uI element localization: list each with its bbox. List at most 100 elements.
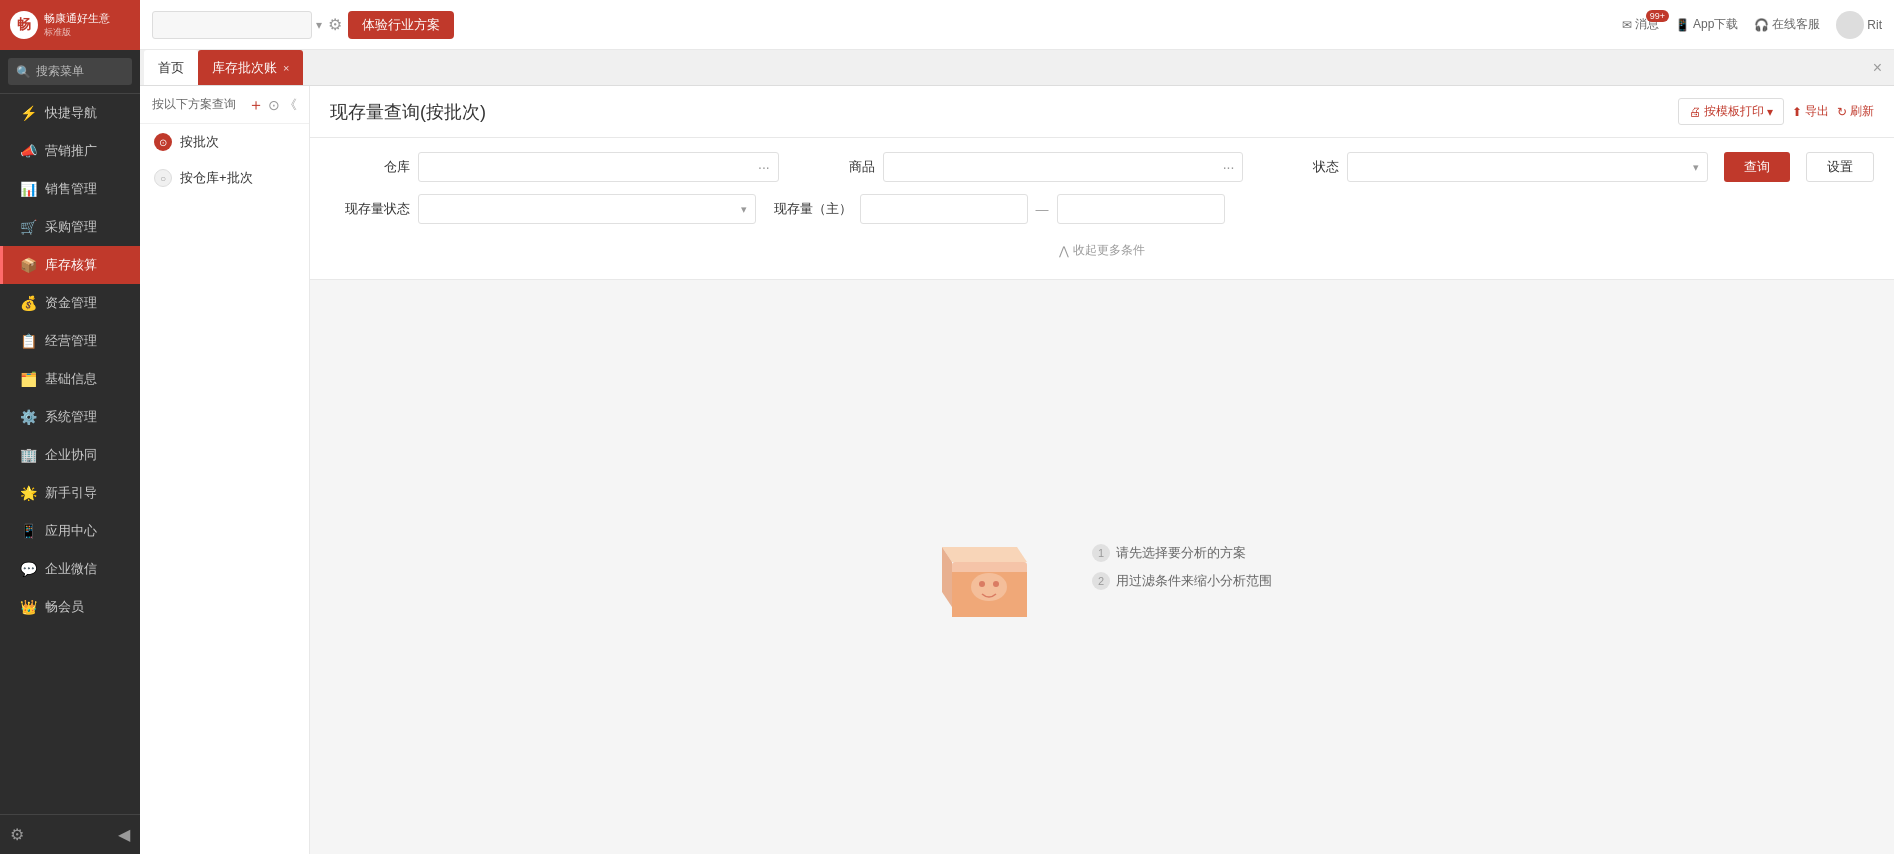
topbar-search-input[interactable] [152, 11, 312, 39]
sidebar-item-sales[interactable]: 📊 销售管理 [0, 170, 140, 208]
online-service-button[interactable]: 🎧 在线客服 [1754, 16, 1820, 33]
print-button[interactable]: 🖨 按模板打印 ▾ [1678, 98, 1784, 125]
export-button[interactable]: ⬆ 导出 [1792, 103, 1829, 120]
nav-icon-enterprise: 🏢 [19, 447, 37, 463]
topbar-right: ✉ 消息 99+ 📱 App下载 🎧 在线客服 Rit [1622, 11, 1882, 39]
trial-button[interactable]: 体验行业方案 [348, 11, 454, 39]
search-menu-button[interactable]: 🔍 搜索菜单 [8, 58, 132, 85]
inventory-status-select[interactable]: ▾ [418, 194, 756, 224]
scheme-item-batch[interactable]: ⊙ 按批次 [140, 124, 309, 160]
sidebar-item-finance[interactable]: 💰 资金管理 [0, 284, 140, 322]
print-chevron-icon: ▾ [1767, 105, 1773, 119]
product-label: 商品 [795, 158, 875, 176]
empty-illustration-svg [932, 507, 1052, 627]
service-icon: 🎧 [1754, 18, 1769, 32]
status-chevron-icon: ▾ [1693, 161, 1699, 174]
product-input[interactable]: ··· [883, 152, 1244, 182]
left-panel: 按以下方案查询 ＋ ⊙ 《 ⊙ 按批次 ○ 按仓库+批次 [140, 86, 310, 854]
messages-badge: 99+ [1646, 10, 1669, 22]
nav-icon-appstore: 📱 [19, 523, 37, 539]
topbar-left: ▾ ⚙ 体验行业方案 [152, 11, 1614, 39]
sidebar-item-appstore[interactable]: 📱 应用中心 [0, 512, 140, 550]
hint-text-1: 请先选择要分析的方案 [1116, 544, 1246, 562]
status-field: 状态 ▾ [1259, 152, 1708, 182]
empty-state: 1 请先选择要分析的方案 2 用过滤条件来缩小分析范围 [310, 280, 1894, 854]
filter-settings-button[interactable]: 设置 [1806, 152, 1874, 182]
right-content: 现存量查询(按批次) 🖨 按模板打印 ▾ ⬆ 导出 ↻ 刷新 [310, 86, 1894, 854]
topbar-chevron-button[interactable]: ▾ [316, 18, 322, 32]
sidebar-item-purchase[interactable]: 🛒 采购管理 [0, 208, 140, 246]
empty-hint-1: 1 请先选择要分析的方案 [1092, 544, 1272, 562]
logo-icon: 畅 [10, 11, 38, 39]
sidebar-item-basic[interactable]: 🗂️ 基础信息 [0, 360, 140, 398]
inventory-qty-min-input[interactable] [860, 194, 1028, 224]
sidebar-item-marketing[interactable]: 📣 营销推广 [0, 132, 140, 170]
svg-marker-2 [942, 547, 1027, 562]
sidebar-search-area: 🔍 搜索菜单 [0, 50, 140, 94]
collapse-sidebar-button[interactable]: ◀ [118, 825, 130, 844]
sidebar-footer: ⚙ ◀ [0, 814, 140, 854]
user-area[interactable]: Rit [1836, 11, 1882, 39]
product-more-button[interactable]: ··· [1223, 159, 1235, 175]
sidebar-item-newguide[interactable]: 🌟 新手引导 [0, 474, 140, 512]
sidebar-item-enterprise[interactable]: 🏢 企业协同 [0, 436, 140, 474]
tab-home[interactable]: 首页 [144, 50, 198, 85]
warehouse-input[interactable]: ··· [418, 152, 779, 182]
inventory-qty-label: 现存量（主） [772, 200, 852, 218]
status-select[interactable]: ▾ [1347, 152, 1708, 182]
content-area: 按以下方案查询 ＋ ⊙ 《 ⊙ 按批次 ○ 按仓库+批次 现存量查询(按批次) [140, 86, 1894, 854]
inventory-qty-separator: — [1036, 202, 1049, 217]
warehouse-field: 仓库 ··· [330, 152, 779, 182]
hint-number-1: 1 [1092, 544, 1110, 562]
hint-number-2: 2 [1092, 572, 1110, 590]
query-button[interactable]: 查询 [1724, 152, 1790, 182]
sidebar-header: 畅 畅康通好生意 标准版 [0, 0, 140, 50]
sidebar-nav: ⚡ 快捷导航 📣 营销推广 📊 销售管理 🛒 采购管理 📦 库存核算 💰 资金管… [0, 94, 140, 814]
user-name: Rit [1867, 18, 1882, 32]
messages-button[interactable]: ✉ 消息 99+ [1622, 16, 1659, 33]
nav-icon-purchase: 🛒 [19, 219, 37, 235]
sidebar-item-wechat[interactable]: 💬 企业微信 [0, 550, 140, 588]
collapse-filter-button[interactable]: ⋀ 收起更多条件 [330, 236, 1874, 265]
tab-inventory-batch[interactable]: 库存批次账 × [198, 50, 303, 85]
inventory-qty-max-input[interactable] [1057, 194, 1225, 224]
warehouse-more-button[interactable]: ··· [758, 159, 770, 175]
refresh-icon: ↻ [1837, 105, 1847, 119]
refresh-button[interactable]: ↻ 刷新 [1837, 103, 1874, 120]
topbar-search-area: ▾ [152, 11, 322, 39]
sidebar-item-inventory[interactable]: 📦 库存核算 [0, 246, 140, 284]
sidebar-item-system[interactable]: ⚙️ 系统管理 [0, 398, 140, 436]
collapse-panel-button[interactable]: 《 [284, 98, 297, 111]
sidebar-item-shortcut[interactable]: ⚡ 快捷导航 [0, 94, 140, 132]
nav-icon-basic: 🗂️ [19, 371, 37, 387]
main-area: ▾ ⚙ 体验行业方案 ✉ 消息 99+ 📱 App下载 🎧 在线客服 Rit [140, 0, 1894, 854]
collapse-label: 收起更多条件 [1073, 242, 1145, 259]
nav-icon-sales: 📊 [19, 181, 37, 197]
inventory-status-chevron-icon: ▾ [741, 203, 747, 216]
settings-icon-button[interactable]: ⚙ [10, 825, 24, 844]
add-scheme-button[interactable]: ＋ [248, 97, 264, 113]
scheme-settings-button[interactable]: ⊙ [268, 98, 280, 112]
scheme-icon-batch: ⊙ [154, 133, 172, 151]
nav-icon-shortcut: ⚡ [19, 105, 37, 121]
scheme-item-warehouse-batch[interactable]: ○ 按仓库+批次 [140, 160, 309, 196]
topbar-gear-button[interactable]: ⚙ [328, 15, 342, 34]
app-download-button[interactable]: 📱 App下载 [1675, 16, 1738, 33]
inventory-status-label: 现存量状态 [330, 200, 410, 218]
sidebar-item-operations[interactable]: 📋 经营管理 [0, 322, 140, 360]
empty-hints: 1 请先选择要分析的方案 2 用过滤条件来缩小分析范围 [1092, 544, 1272, 590]
page-title: 现存量查询(按批次) [330, 100, 486, 124]
message-icon: ✉ [1622, 18, 1632, 32]
tab-close-icon[interactable]: × [283, 62, 289, 74]
left-panel-header: 按以下方案查询 ＋ ⊙ 《 [140, 86, 309, 124]
export-icon: ⬆ [1792, 105, 1802, 119]
inventory-qty-range: — [860, 194, 1225, 224]
nav-icon-inventory: 📦 [19, 257, 37, 273]
brand-name: 畅康通好生意 [44, 11, 110, 25]
tab-bar: 首页 库存批次账 × × [140, 50, 1894, 86]
tab-bar-close-button[interactable]: × [1865, 59, 1890, 77]
sidebar-item-membership[interactable]: 👑 畅会员 [0, 588, 140, 626]
sidebar: 畅 畅康通好生意 标准版 🔍 搜索菜单 ⚡ 快捷导航 📣 营销推广 📊 销售管理… [0, 0, 140, 854]
page-header: 现存量查询(按批次) 🖨 按模板打印 ▾ ⬆ 导出 ↻ 刷新 [310, 86, 1894, 138]
empty-hint-2: 2 用过滤条件来缩小分析范围 [1092, 572, 1272, 590]
